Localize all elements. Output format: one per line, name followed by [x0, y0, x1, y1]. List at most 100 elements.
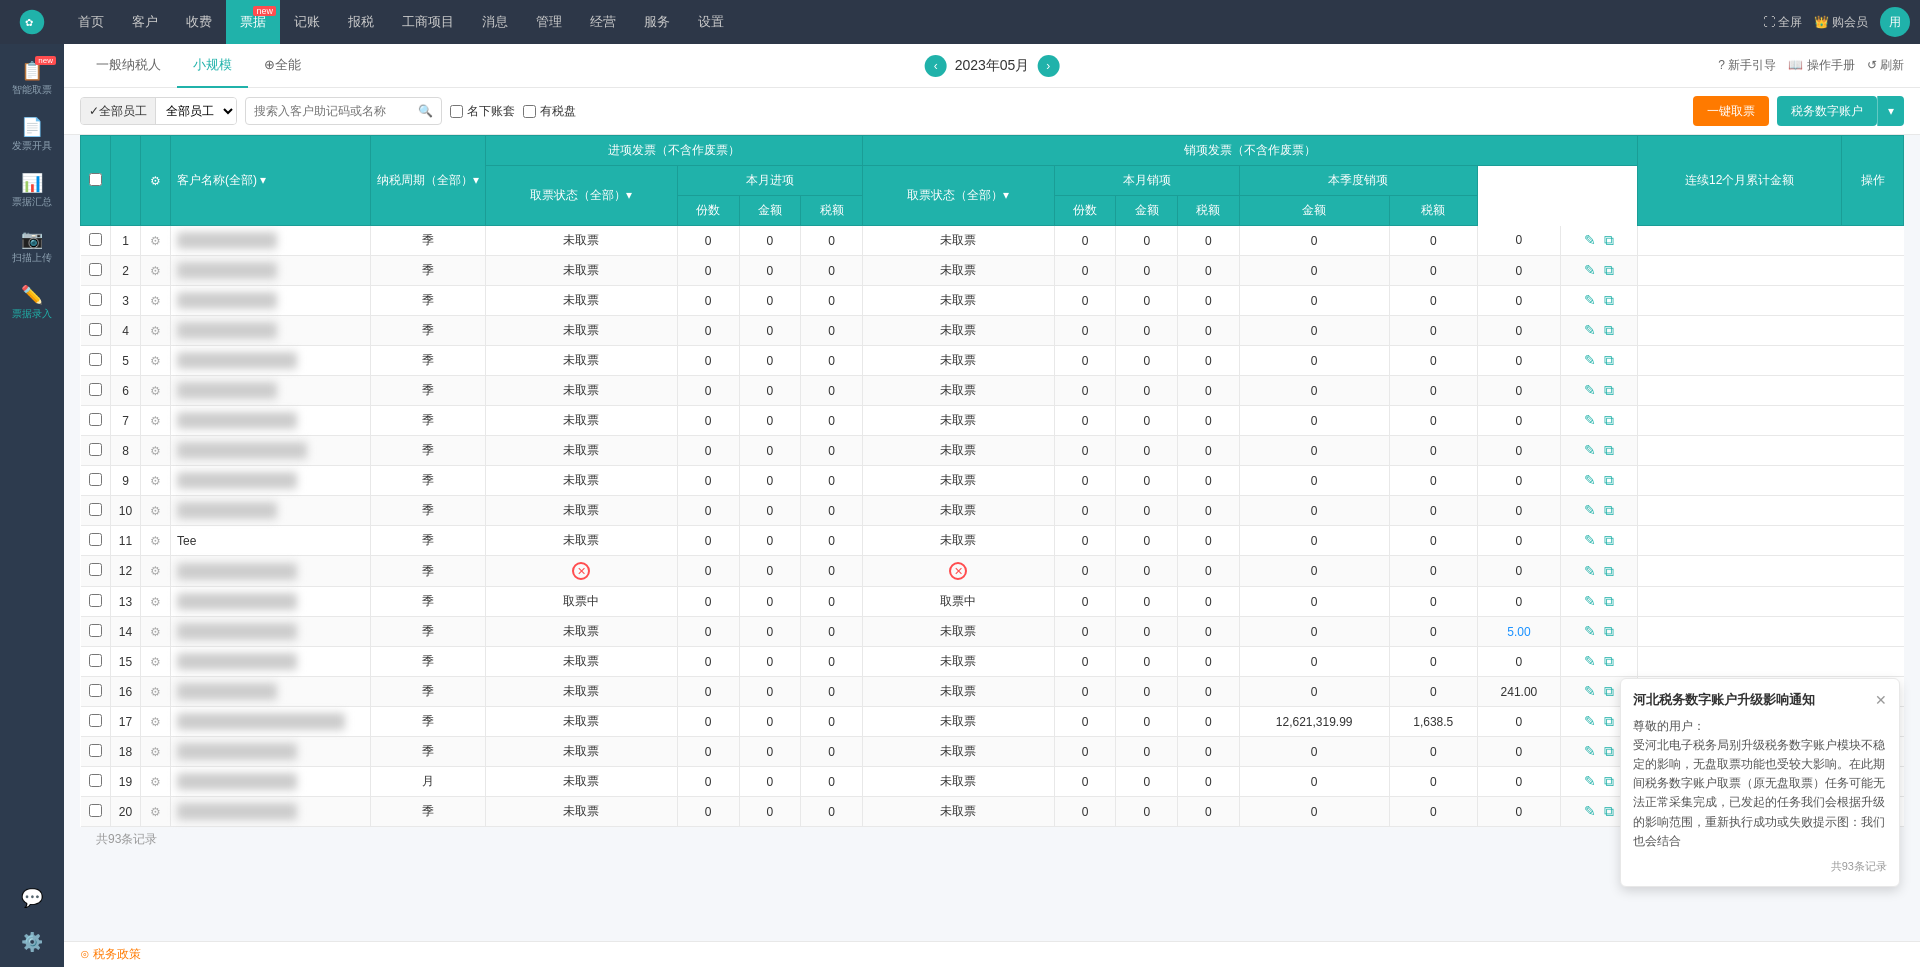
copy-btn[interactable]: ⧉ [1602, 412, 1616, 429]
one-key-ticket-btn[interactable]: 一键取票 [1693, 96, 1769, 126]
period-next-btn[interactable]: › [1037, 55, 1059, 77]
copy-btn[interactable]: ⧉ [1602, 773, 1616, 790]
cell-setting[interactable]: ⚙ [141, 406, 171, 436]
cell-setting[interactable]: ⚙ [141, 526, 171, 556]
staff-dropdown[interactable]: 全部员工 [156, 98, 236, 124]
cell-operations[interactable]: ✎ ⧉ [1560, 466, 1637, 496]
search-input[interactable] [254, 104, 414, 118]
edit-btn[interactable]: ✎ [1582, 713, 1598, 729]
copy-btn[interactable]: ⧉ [1602, 352, 1616, 369]
new-guide-btn[interactable]: ? 新手引导 [1718, 57, 1776, 74]
edit-btn[interactable]: ✎ [1582, 743, 1598, 759]
copy-btn[interactable]: ⧉ [1602, 292, 1616, 309]
copy-btn[interactable]: ⧉ [1602, 382, 1616, 399]
copy-btn[interactable]: ⧉ [1602, 232, 1616, 249]
cell-checkbox[interactable] [81, 556, 111, 587]
cell-checkbox[interactable] [81, 587, 111, 617]
copy-btn[interactable]: ⧉ [1602, 472, 1616, 489]
copy-btn[interactable]: ⧉ [1602, 322, 1616, 339]
cell-checkbox[interactable] [81, 707, 111, 737]
cell-setting[interactable]: ⚙ [141, 346, 171, 376]
cell-checkbox[interactable] [81, 376, 111, 406]
nav-manage[interactable]: 管理 [522, 0, 576, 44]
digital-account-dropdown-btn[interactable]: ▾ [1877, 96, 1904, 126]
edit-btn[interactable]: ✎ [1582, 563, 1598, 579]
cell-setting[interactable]: ⚙ [141, 707, 171, 737]
edit-btn[interactable]: ✎ [1582, 623, 1598, 639]
tab-all-capable[interactable]: ⊕ 全能 [248, 44, 317, 88]
nav-client[interactable]: 客户 [118, 0, 172, 44]
cell-setting[interactable]: ⚙ [141, 376, 171, 406]
cell-checkbox[interactable] [81, 436, 111, 466]
nav-message[interactable]: 消息 [468, 0, 522, 44]
notif-close-btn[interactable]: ✕ [1875, 692, 1887, 708]
edit-btn[interactable]: ✎ [1582, 502, 1598, 518]
cell-setting[interactable]: ⚙ [141, 647, 171, 677]
cell-setting[interactable]: ⚙ [141, 677, 171, 707]
digital-account-btn[interactable]: 税务数字账户 [1777, 96, 1877, 126]
copy-btn[interactable]: ⧉ [1602, 563, 1616, 580]
cell-checkbox[interactable] [81, 226, 111, 256]
cell-setting[interactable]: ⚙ [141, 767, 171, 797]
edit-btn[interactable]: ✎ [1582, 322, 1598, 338]
cell-operations[interactable]: ✎ ⧉ [1560, 316, 1637, 346]
cell-operations[interactable]: ✎ ⧉ [1560, 226, 1637, 256]
period-prev-btn[interactable]: ‹ [925, 55, 947, 77]
cell-checkbox[interactable] [81, 677, 111, 707]
cell-setting[interactable]: ⚙ [141, 466, 171, 496]
staff-select[interactable]: ✓ 全部员工 全部员工 [80, 97, 237, 125]
sidebar-item-message[interactable]: 💬 [4, 879, 60, 919]
cell-checkbox[interactable] [81, 647, 111, 677]
edit-btn[interactable]: ✎ [1582, 472, 1598, 488]
cell-operations[interactable]: ✎ ⧉ [1560, 496, 1637, 526]
manual-btn[interactable]: 📖 操作手册 [1788, 57, 1854, 74]
cell-checkbox[interactable] [81, 286, 111, 316]
cell-setting[interactable]: ⚙ [141, 587, 171, 617]
cell-checkbox[interactable] [81, 346, 111, 376]
cell-setting[interactable]: ⚙ [141, 556, 171, 587]
cell-setting[interactable]: ⚙ [141, 737, 171, 767]
nav-business[interactable]: 工商项目 [388, 0, 468, 44]
nav-fee[interactable]: 收费 [172, 0, 226, 44]
fullscreen-btn[interactable]: ⛶ 全屏 [1763, 14, 1802, 31]
sidebar-item-config[interactable]: ⚙️ [4, 923, 60, 963]
my-account-label[interactable]: 名下账套 [450, 103, 515, 120]
cell-setting[interactable]: ⚙ [141, 436, 171, 466]
cell-operations[interactable]: ✎ ⧉ [1560, 346, 1637, 376]
cell-checkbox[interactable] [81, 256, 111, 286]
cell-checkbox[interactable] [81, 316, 111, 346]
tax-policy-link[interactable]: ⊙ 税务政策 [80, 946, 141, 963]
sidebar-item-ticket-summary[interactable]: 📊 票据汇总 [4, 164, 60, 216]
tab-small-scale[interactable]: 小规模 [177, 44, 248, 88]
copy-btn[interactable]: ⧉ [1602, 442, 1616, 459]
member-btn[interactable]: 👑 购会员 [1814, 14, 1868, 31]
cell-checkbox[interactable] [81, 797, 111, 827]
has-taxpad-label[interactable]: 有税盘 [523, 103, 576, 120]
edit-btn[interactable]: ✎ [1582, 292, 1598, 308]
edit-btn[interactable]: ✎ [1582, 412, 1598, 428]
cell-checkbox[interactable] [81, 466, 111, 496]
copy-btn[interactable]: ⧉ [1602, 532, 1616, 549]
cell-operations[interactable]: ✎ ⧉ [1560, 286, 1637, 316]
edit-btn[interactable]: ✎ [1582, 442, 1598, 458]
refresh-btn[interactable]: ↺ 刷新 [1867, 57, 1904, 74]
edit-btn[interactable]: ✎ [1582, 803, 1598, 819]
cell-setting[interactable]: ⚙ [141, 256, 171, 286]
edit-btn[interactable]: ✎ [1582, 773, 1598, 789]
edit-btn[interactable]: ✎ [1582, 532, 1598, 548]
cell-operations[interactable]: ✎ ⧉ [1560, 617, 1637, 647]
cell-checkbox[interactable] [81, 406, 111, 436]
cell-operations[interactable]: ✎ ⧉ [1560, 376, 1637, 406]
copy-btn[interactable]: ⧉ [1602, 683, 1616, 700]
copy-btn[interactable]: ⧉ [1602, 743, 1616, 760]
nav-ticket[interactable]: 票据 new [226, 0, 280, 44]
cell-checkbox[interactable] [81, 496, 111, 526]
cell-checkbox[interactable] [81, 617, 111, 647]
has-taxpad-checkbox[interactable] [523, 105, 536, 118]
cell-checkbox[interactable] [81, 737, 111, 767]
cell-setting[interactable]: ⚙ [141, 496, 171, 526]
copy-btn[interactable]: ⧉ [1602, 502, 1616, 519]
cell-setting[interactable]: ⚙ [141, 316, 171, 346]
cell-setting[interactable]: ⚙ [141, 226, 171, 256]
copy-btn[interactable]: ⧉ [1602, 593, 1616, 610]
